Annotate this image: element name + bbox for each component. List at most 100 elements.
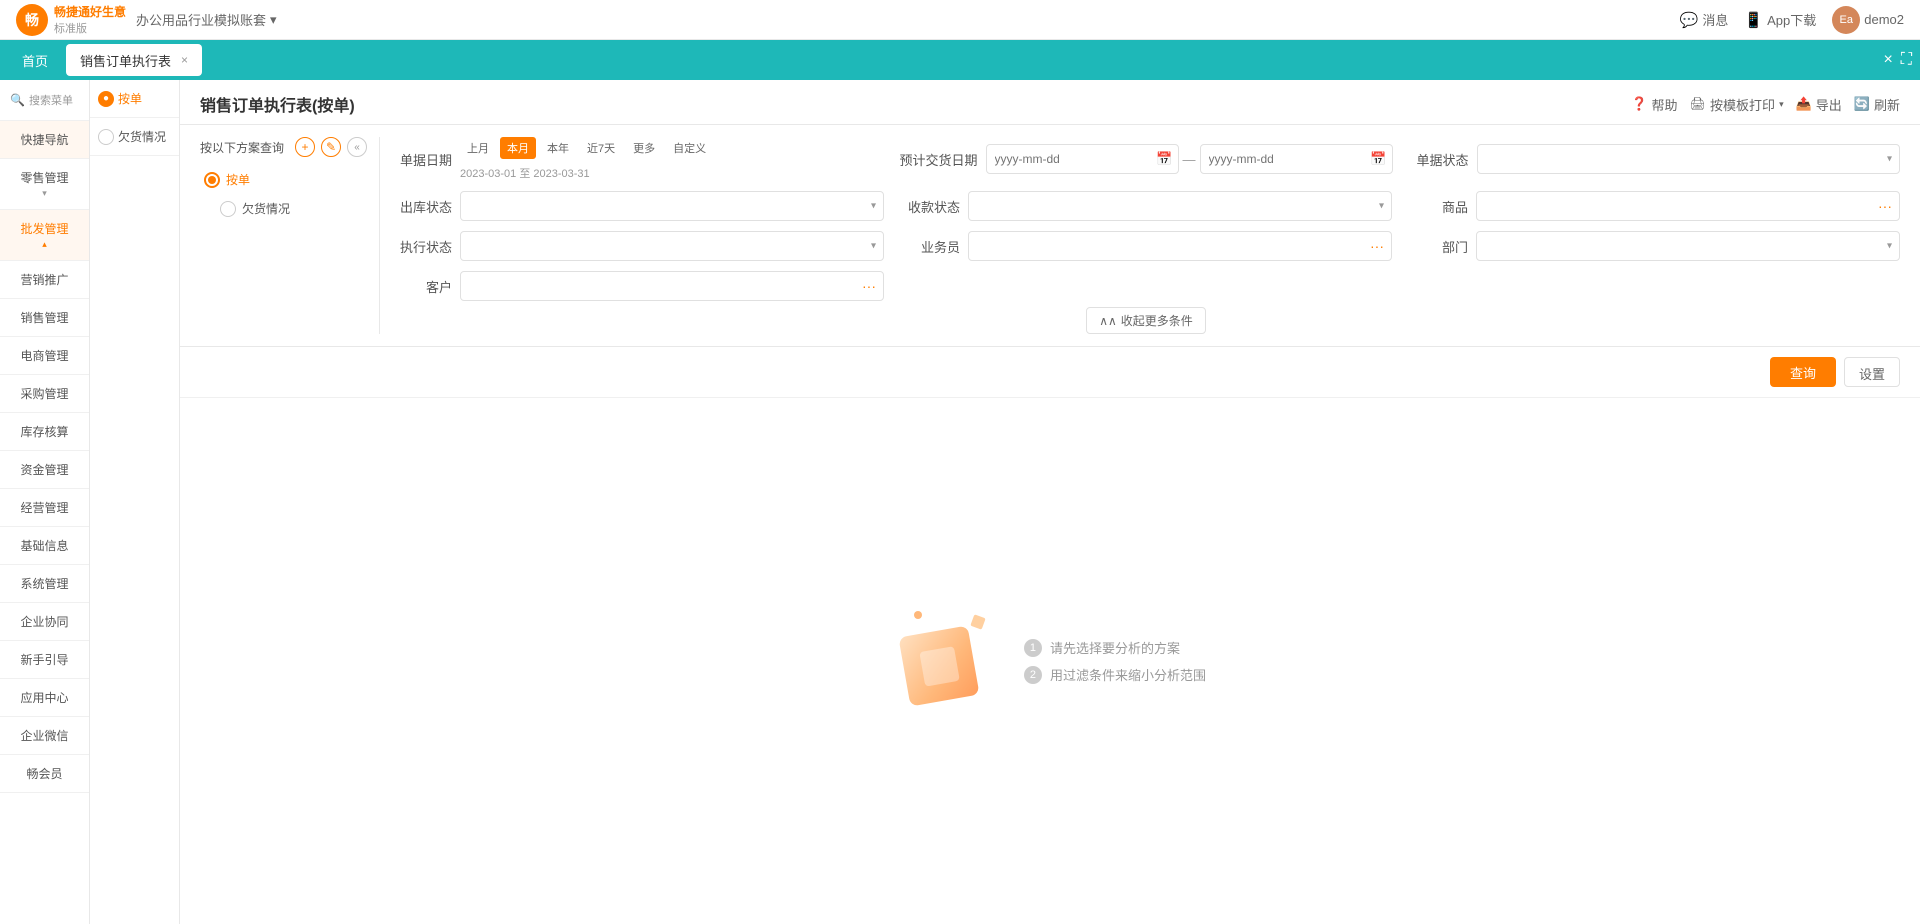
expected-date-label: 预计交货日期: [899, 150, 977, 169]
expected-date-start-input[interactable]: [986, 144, 1179, 174]
sidebar-item-search[interactable]: 🔍 搜索菜单: [0, 80, 89, 121]
empty-box-shape: [898, 625, 979, 706]
filter-execution-status-row: 执行状态 ▾: [392, 231, 884, 261]
payment-status-select[interactable]: [968, 191, 1392, 221]
sidebar-item-member[interactable]: 畅会员: [0, 755, 89, 793]
payment-status-label: 收款状态: [900, 197, 960, 216]
avatar: Ea: [1832, 6, 1860, 34]
sidebar-item-purchase[interactable]: 采购管理: [0, 375, 89, 413]
sub-item-arrears[interactable]: 欠货情况: [90, 118, 179, 156]
order-status-wrap: ▾: [1477, 144, 1901, 174]
sidebar-item-ecommerce[interactable]: 电商管理: [0, 337, 89, 375]
refresh-btn[interactable]: 🔄 刷新: [1854, 95, 1900, 114]
tab-bar-left: 首页 销售订单执行表 ×: [8, 44, 202, 76]
sub-item-press-order[interactable]: ● 按单: [90, 80, 179, 118]
sub-circle-icon: [220, 201, 236, 217]
sidebar-item-system[interactable]: 系统管理: [0, 565, 89, 603]
collapse-more-btn[interactable]: ∧∧ 收起更多条件: [1086, 307, 1206, 334]
date-this-year-btn[interactable]: 本年: [540, 137, 576, 159]
salesperson-label: 业务员: [900, 237, 960, 256]
sidebar-item-retail[interactable]: 零售管理 ▾: [0, 159, 89, 210]
app-download-btn[interactable]: 📱 App下载: [1744, 10, 1816, 29]
sidebar-item-wechat[interactable]: 企业微信: [0, 717, 89, 755]
scheme-radio: [204, 172, 220, 188]
sidebar-item-marketing[interactable]: 营销推广: [0, 261, 89, 299]
wholesale-arrow-icon: ▴: [42, 239, 47, 250]
salesperson-wrap: ···: [968, 231, 1392, 261]
industry-select[interactable]: 办公用品行业模拟账套 ▾: [136, 10, 277, 29]
collapse-up-icon: ∧∧: [1099, 314, 1117, 328]
order-status-select[interactable]: [1477, 144, 1901, 174]
filter-department-row: 部门 ▾: [1408, 231, 1900, 261]
press-order-icon: ●: [98, 91, 114, 107]
customer-input[interactable]: [460, 271, 884, 301]
filter-panel: 按以下方案查询 + ✎ « 按单 欠货情况: [180, 125, 1920, 347]
step1-text: 请先选择要分析的方案: [1050, 638, 1180, 657]
department-select[interactable]: [1476, 231, 1900, 261]
settings-button[interactable]: 设置: [1844, 357, 1900, 387]
date-7days-btn[interactable]: 近7天: [580, 137, 622, 159]
collapse-scheme-btn[interactable]: «: [347, 137, 367, 157]
department-label: 部门: [1408, 237, 1468, 256]
date-more-btn[interactable]: 更多: [626, 137, 662, 159]
filter-salesperson-row: 业务员 ···: [900, 231, 1392, 261]
scheme-actions: + ✎ «: [295, 137, 367, 157]
tab-close-icon[interactable]: ×: [181, 53, 188, 67]
sidebar-item-finance[interactable]: 资金管理: [0, 451, 89, 489]
tab-close-window-icon[interactable]: ×: [1883, 51, 1892, 69]
press-order-label: 按单: [118, 90, 142, 107]
sidebar-item-guide[interactable]: 新手引导: [0, 641, 89, 679]
salesperson-input[interactable]: [968, 231, 1392, 261]
collapse-more-wrap: ∧∧ 收起更多条件: [392, 307, 1900, 334]
logo-area: 畅 畅捷通好生意 标准版: [16, 3, 126, 36]
expected-date-end-input[interactable]: [1200, 144, 1393, 174]
query-button[interactable]: 查询: [1770, 357, 1836, 387]
tab-home[interactable]: 首页: [8, 44, 62, 76]
sidebar-item-wholesale[interactable]: 批发管理 ▴: [0, 210, 89, 261]
date-this-month-btn[interactable]: 本月: [500, 137, 536, 159]
date-last-month-btn[interactable]: 上月: [460, 137, 496, 159]
goods-dots-icon[interactable]: ···: [1874, 198, 1896, 214]
sidebar-item-basic[interactable]: 基础信息: [0, 527, 89, 565]
sidebar-item-operation[interactable]: 经营管理: [0, 489, 89, 527]
message-btn[interactable]: 💬 消息: [1680, 10, 1729, 29]
execution-status-select[interactable]: [460, 231, 884, 261]
search-label: 搜索菜单: [29, 92, 73, 108]
sidebar: 🔍 搜索菜单 快捷导航 零售管理 ▾ 批发管理 ▴ 营销推广 销售管理 电商管理…: [0, 80, 90, 924]
salesperson-dots-icon[interactable]: ···: [1366, 238, 1388, 254]
empty-text-area: 1 请先选择要分析的方案 2 用过滤条件来缩小分析范围: [1024, 638, 1206, 684]
tab-fullscreen-icon[interactable]: ⛶: [1901, 51, 1912, 69]
print-icon: 🖨: [1690, 96, 1707, 112]
customer-dots-icon[interactable]: ···: [858, 278, 880, 294]
execution-status-label: 执行状态: [392, 237, 452, 256]
delivery-status-wrap: ▾: [460, 191, 884, 221]
goods-input[interactable]: [1476, 191, 1900, 221]
arrears-label: 欠货情况: [118, 128, 166, 145]
help-btn[interactable]: ❓ 帮助: [1631, 95, 1677, 114]
print-btn[interactable]: 🖨 按模板打印 ▾: [1690, 95, 1784, 114]
message-icon: 💬: [1680, 11, 1699, 29]
execution-status-wrap: ▾: [460, 231, 884, 261]
edit-scheme-btn[interactable]: ✎: [321, 137, 341, 157]
sidebar-item-app-center[interactable]: 应用中心: [0, 679, 89, 717]
sidebar-item-enterprise[interactable]: 企业协同: [0, 603, 89, 641]
retail-label: 零售管理: [20, 169, 68, 186]
scheme-item-press-order[interactable]: 按单: [200, 165, 367, 194]
user-btn[interactable]: Ea demo2: [1832, 6, 1904, 34]
sidebar-item-sales[interactable]: 销售管理: [0, 299, 89, 337]
date-custom-btn[interactable]: 自定义: [666, 137, 713, 159]
sidebar-item-quick-nav[interactable]: 快捷导航: [0, 121, 89, 159]
customer-label: 客户: [392, 277, 452, 296]
expected-date-start-wrap: 📅: [986, 144, 1179, 174]
logo-text: 畅捷通好生意 标准版: [54, 3, 126, 36]
scheme-sub-item-arrears[interactable]: 欠货情况: [200, 194, 367, 223]
delivery-status-select[interactable]: [460, 191, 884, 221]
tab-sales-order[interactable]: 销售订单执行表 ×: [66, 44, 202, 76]
main-layout: 🔍 搜索菜单 快捷导航 零售管理 ▾ 批发管理 ▴ 营销推广 销售管理 电商管理…: [0, 80, 1920, 924]
page-title: 销售订单执行表(按单): [200, 92, 355, 116]
export-btn[interactable]: 📤 导出: [1796, 95, 1842, 114]
add-scheme-btn[interactable]: +: [295, 137, 315, 157]
arrears-circle-icon: [98, 129, 114, 145]
quick-nav-label: 快捷导航: [20, 131, 68, 148]
sidebar-item-inventory[interactable]: 库存核算: [0, 413, 89, 451]
